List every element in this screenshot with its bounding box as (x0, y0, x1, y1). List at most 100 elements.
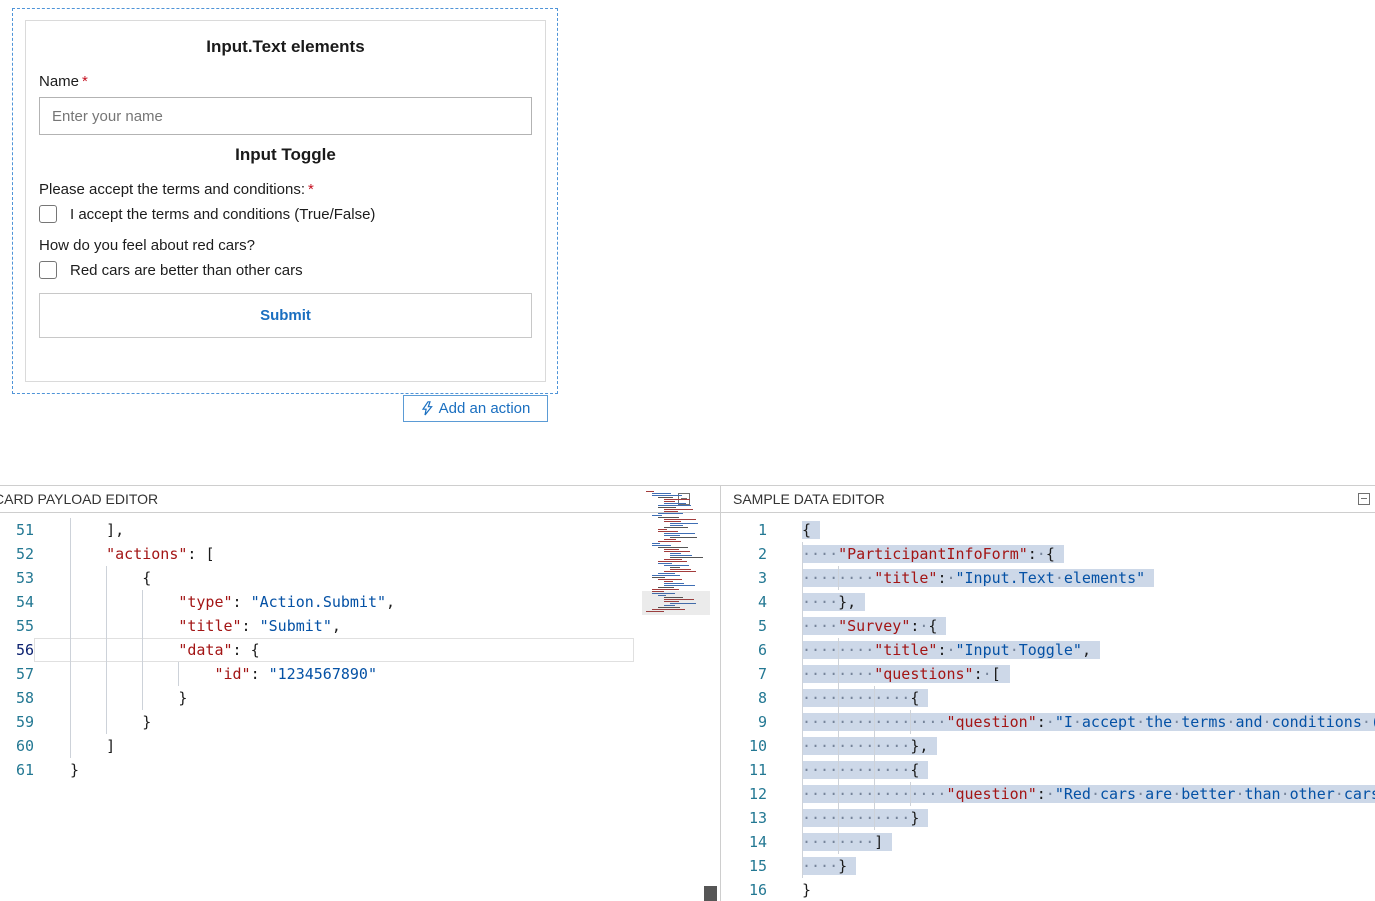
code-text[interactable]: "id": "1234567890" (34, 662, 634, 686)
code-token: Toggle" (1019, 641, 1082, 659)
code-line[interactable]: 16} (721, 878, 1375, 901)
code-line[interactable]: 15····} (721, 854, 1375, 878)
line-number[interactable]: 14 (721, 830, 767, 854)
code-text[interactable]: ····}, (767, 590, 1375, 614)
line-number[interactable]: 57 (0, 662, 34, 686)
code-text[interactable]: ], (34, 518, 634, 542)
code-line[interactable]: 6········"title":·"Input·Toggle", (721, 638, 1375, 662)
code-text[interactable]: ········"title":·"Input.Text·elements" (767, 566, 1375, 590)
line-number[interactable]: 7 (721, 662, 767, 686)
code-text[interactable]: ················"question":·"I·accept·th… (767, 710, 1375, 734)
code-line[interactable]: 53 { (0, 566, 720, 590)
line-number[interactable]: 6 (721, 638, 767, 662)
red-cars-checkbox-row[interactable]: Red cars are better than other cars (39, 261, 532, 279)
code-text[interactable]: } (34, 710, 634, 734)
code-text[interactable]: } (34, 686, 634, 710)
line-number[interactable]: 9 (721, 710, 767, 734)
code-line[interactable]: 51 ], (0, 518, 720, 542)
code-line[interactable]: 60 ] (0, 734, 720, 758)
code-line[interactable]: 2····"ParticipantInfoForm":·{ (721, 542, 1375, 566)
code-token: { (928, 617, 937, 635)
line-number[interactable]: 52 (0, 542, 34, 566)
code-text[interactable]: ····"Survey":·{ (767, 614, 1375, 638)
line-number[interactable]: 5 (721, 614, 767, 638)
terms-checkbox-row[interactable]: I accept the terms and conditions (True/… (39, 205, 532, 223)
adaptive-card-preview: Input.Text elements Name* Input Toggle P… (25, 20, 546, 382)
line-number[interactable]: 59 (0, 710, 34, 734)
code-text[interactable]: ················"question":·"Red·cars·ar… (767, 782, 1375, 806)
name-input[interactable] (39, 97, 532, 135)
code-line[interactable]: 61} (0, 758, 720, 782)
code-text[interactable]: ········"questions":·[ (767, 662, 1375, 686)
code-text[interactable]: ············}, (767, 734, 1375, 758)
collapse-sample-panel-icon[interactable] (1358, 493, 1370, 505)
line-number[interactable]: 55 (0, 614, 34, 638)
line-number[interactable]: 13 (721, 806, 767, 830)
red-cars-checkbox[interactable] (39, 261, 57, 279)
code-line[interactable]: 14········] (721, 830, 1375, 854)
code-text[interactable]: { (767, 518, 1375, 542)
code-line[interactable]: 3········"title":·"Input.Text·elements" (721, 566, 1375, 590)
line-number[interactable]: 16 (721, 878, 767, 901)
code-line[interactable]: 59 } (0, 710, 720, 734)
code-line[interactable]: 7········"questions":·[ (721, 662, 1375, 686)
line-number[interactable]: 11 (721, 758, 767, 782)
line-number[interactable]: 58 (0, 686, 34, 710)
vertical-scrollbar[interactable] (704, 886, 717, 901)
code-line[interactable]: 54 "type": "Action.Submit", (0, 590, 720, 614)
code-line[interactable]: 57 "id": "1234567890" (0, 662, 720, 686)
line-number[interactable]: 8 (721, 686, 767, 710)
line-number[interactable]: 4 (721, 590, 767, 614)
code-text[interactable]: "data": { (34, 638, 634, 662)
code-line[interactable]: 5····"Survey":·{ (721, 614, 1375, 638)
line-number[interactable]: 2 (721, 542, 767, 566)
code-text[interactable]: ] (34, 734, 634, 758)
sample-data-editor[interactable]: 1{2····"ParticipantInfoForm":·{3········… (721, 513, 1375, 901)
code-line[interactable]: 52 "actions": [ (0, 542, 720, 566)
submit-button[interactable]: Submit (39, 293, 532, 338)
line-number[interactable]: 53 (0, 566, 34, 590)
code-text[interactable]: "type": "Action.Submit", (34, 590, 634, 614)
indent-guide (106, 614, 142, 638)
code-token: · (1037, 545, 1046, 563)
line-number[interactable]: 15 (721, 854, 767, 878)
code-text[interactable]: } (767, 878, 1375, 901)
card-selection-outline[interactable]: Input.Text elements Name* Input Toggle P… (12, 8, 558, 394)
line-number[interactable]: 10 (721, 734, 767, 758)
code-text[interactable]: "title": "Submit", (34, 614, 634, 638)
code-line[interactable]: 13············} (721, 806, 1375, 830)
code-text[interactable]: ············{ (767, 686, 1375, 710)
code-text[interactable]: ····"ParticipantInfoForm":·{ (767, 542, 1375, 566)
line-number[interactable]: 56 (0, 638, 34, 662)
code-text[interactable]: ············} (767, 806, 1375, 830)
code-line[interactable]: 9················"question":·"I·accept·t… (721, 710, 1375, 734)
code-text[interactable]: ············{ (767, 758, 1375, 782)
add-action-button[interactable]: Add an action (403, 395, 548, 422)
code-line[interactable]: 4····}, (721, 590, 1375, 614)
code-line[interactable]: 11············{ (721, 758, 1375, 782)
minimap-slider[interactable] (642, 591, 710, 615)
code-text[interactable]: ········"title":·"Input·Toggle", (767, 638, 1375, 662)
terms-checkbox[interactable] (39, 205, 57, 223)
code-text[interactable]: { (34, 566, 634, 590)
code-text[interactable]: } (34, 758, 634, 782)
code-line[interactable]: 55 "title": "Submit", (0, 614, 720, 638)
code-line[interactable]: 10············}, (721, 734, 1375, 758)
code-text[interactable]: ········] (767, 830, 1375, 854)
line-number[interactable]: 3 (721, 566, 767, 590)
code-line[interactable]: 56 "data": { (0, 638, 720, 662)
line-number[interactable]: 54 (0, 590, 34, 614)
line-number[interactable]: 51 (0, 518, 34, 542)
code-text[interactable]: ····} (767, 854, 1375, 878)
line-number[interactable]: 60 (0, 734, 34, 758)
code-line[interactable]: 8············{ (721, 686, 1375, 710)
minimap[interactable] (646, 491, 704, 613)
code-line[interactable]: 12················"question":·"Red·cars·… (721, 782, 1375, 806)
line-number[interactable]: 1 (721, 518, 767, 542)
code-line[interactable]: 58 } (0, 686, 720, 710)
line-number[interactable]: 61 (0, 758, 34, 782)
code-text[interactable]: "actions": [ (34, 542, 634, 566)
card-payload-editor[interactable]: 51 ],52 "actions": [53 {54 "type": "Acti… (0, 513, 720, 901)
line-number[interactable]: 12 (721, 782, 767, 806)
code-line[interactable]: 1{ (721, 518, 1375, 542)
